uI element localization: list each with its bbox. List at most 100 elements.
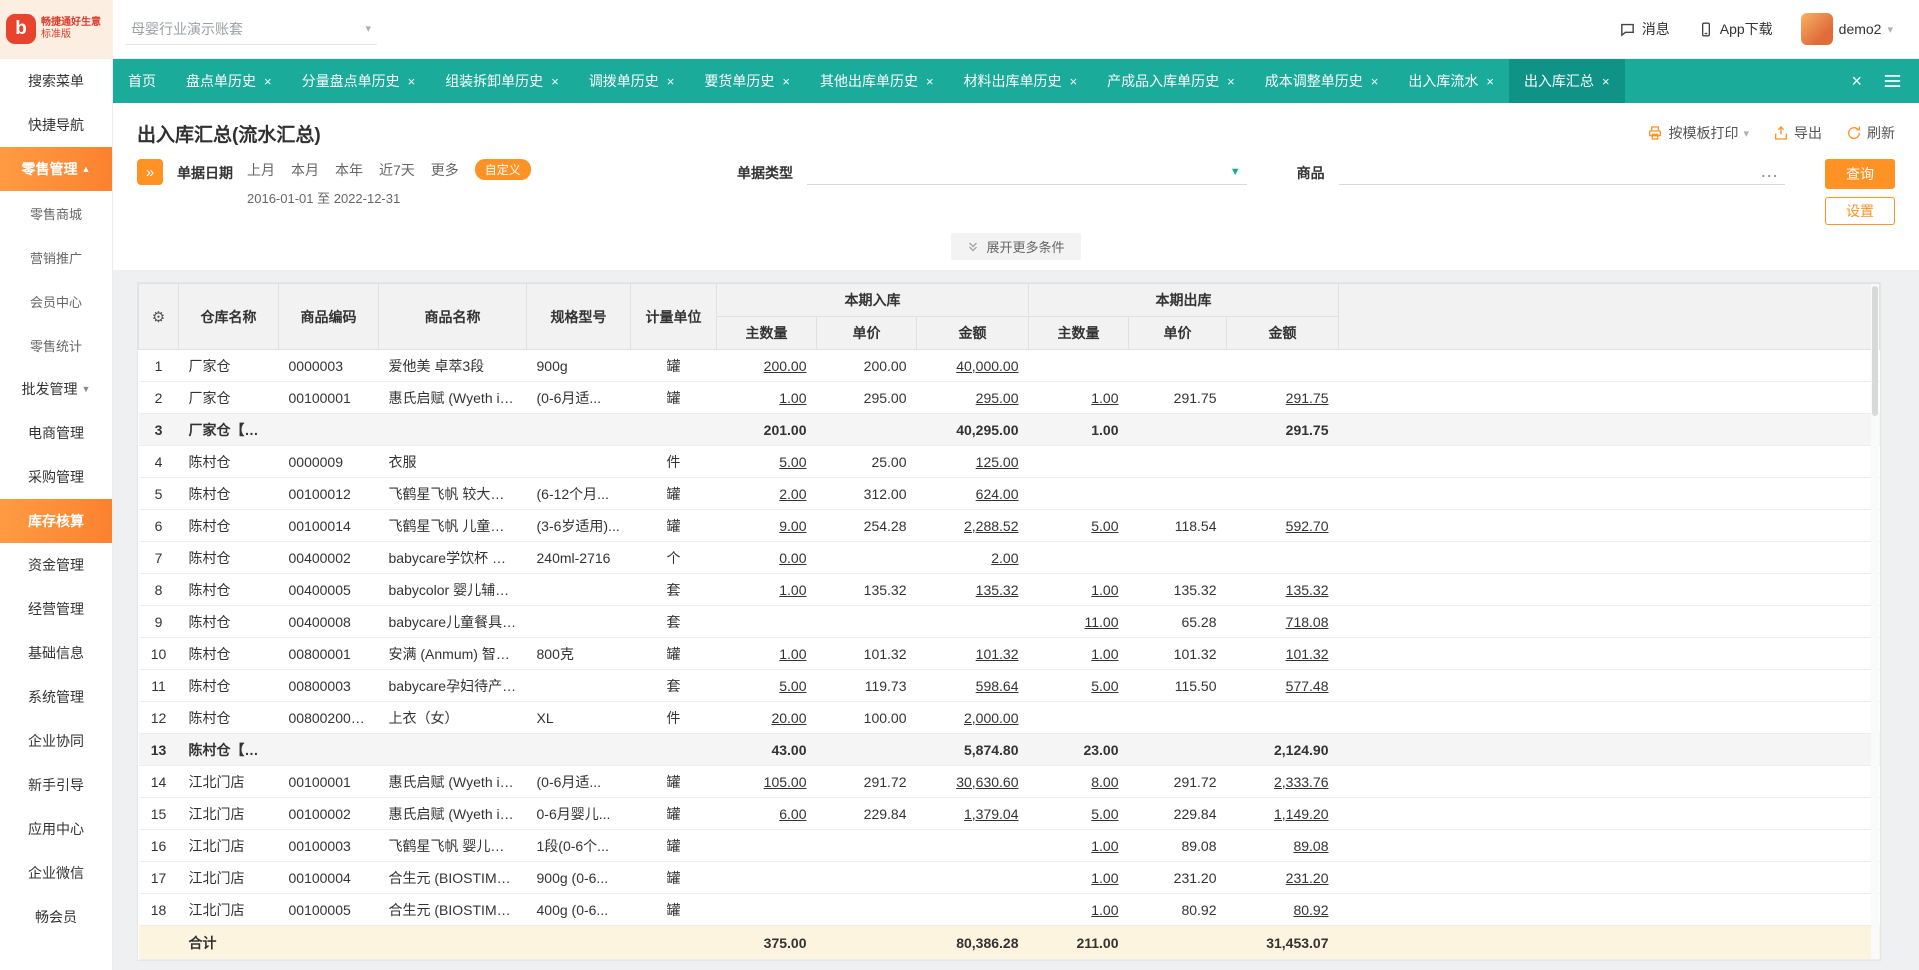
expand-more-conditions[interactable]: 展开更多条件 [951, 233, 1081, 260]
sidebar-item-基础信息[interactable]: 基础信息 [0, 631, 112, 675]
drilldown-link[interactable]: 135.32 [1286, 582, 1329, 598]
tab-要货单历史[interactable]: 要货单历史 × [689, 59, 805, 103]
tab-close-icon[interactable]: × [1070, 75, 1078, 88]
product-input[interactable]: ... [1338, 159, 1785, 185]
sidebar-item-新手引导[interactable]: 新手引导 [0, 763, 112, 807]
column-settings-header[interactable]: ⚙ [138, 283, 179, 350]
drilldown-link[interactable]: 592.70 [1286, 518, 1329, 534]
doc-type-select[interactable]: ▼ [807, 159, 1247, 185]
drilldown-link[interactable]: 9.00 [779, 518, 806, 534]
print-by-template-button[interactable]: 按模板打印 ▾ [1647, 123, 1749, 143]
drilldown-link[interactable]: 1.00 [1091, 902, 1118, 918]
drilldown-link[interactable]: 1.00 [779, 390, 806, 406]
drilldown-link[interactable]: 291.75 [1286, 390, 1329, 406]
export-button[interactable]: 导出 [1773, 123, 1822, 143]
date-option-last-7-days[interactable]: 近7天 [379, 160, 415, 180]
sidebar-item-库存核算[interactable]: 库存核算 [0, 499, 112, 543]
tab-分量盘点单历史[interactable]: 分量盘点单历史 × [287, 59, 431, 103]
tab-首页[interactable]: 首页 [113, 59, 171, 103]
table-row[interactable]: 18 江北门店 00100005 合生元 (BIOSTIME) ... 400g (0-… [138, 893, 1880, 926]
drilldown-link[interactable]: 5.00 [1091, 518, 1118, 534]
header-in-amount[interactable]: 金额 [916, 316, 1029, 350]
drilldown-link[interactable]: 101.32 [1286, 646, 1329, 662]
table-row[interactable]: 16江北门店00100003飞鹤星飞帆 婴儿配方奶...1段(0-6个...罐 1… [138, 829, 1880, 862]
drilldown-link[interactable]: 101.32 [976, 646, 1019, 662]
tab-成本调整单历史[interactable]: 成本调整单历史 × [1250, 59, 1394, 103]
user-menu[interactable]: demo2 ▾ [1800, 13, 1893, 45]
tab-list-menu-icon[interactable] [1884, 74, 1901, 88]
sidebar-item-采购管理[interactable]: 采购管理 [0, 455, 112, 499]
drilldown-link[interactable]: 2,333.76 [1274, 774, 1329, 790]
date-range-value[interactable]: 2016-01-01 至 2022-12-31 [247, 188, 531, 207]
search-button[interactable]: 查询 [1825, 159, 1895, 189]
tab-产成品入库单历史[interactable]: 产成品入库单历史 × [1092, 59, 1250, 103]
tab-close-icon[interactable]: × [1602, 75, 1610, 88]
drilldown-link[interactable]: 295.00 [976, 390, 1019, 406]
date-option-more[interactable]: 更多 [431, 160, 459, 180]
sidebar-item-经营管理[interactable]: 经营管理 [0, 587, 112, 631]
table-row[interactable]: 7 陈村仓 00400002 babycare学饮杯 儿童... 240ml-2716 个… [138, 541, 1880, 574]
vertical-scrollbar[interactable] [1871, 284, 1879, 959]
drilldown-link[interactable]: 2.00 [779, 486, 806, 502]
gear-icon[interactable]: ⚙ [152, 309, 165, 326]
drilldown-link[interactable]: 718.08 [1286, 614, 1329, 630]
sidebar-item-会员中心[interactable]: 会员中心 [0, 279, 112, 323]
table-row[interactable]: 14 江北门店 00100001 惠氏启赋 (Wyeth illu... (0-6月适.… [138, 765, 1880, 798]
drilldown-link[interactable]: 30,630.60 [956, 774, 1018, 790]
drilldown-link[interactable]: 1.00 [779, 582, 806, 598]
table-row[interactable]: 2 厂家仓 00100001 惠氏启赋 (Wyeth illu... (0-6月适...… [138, 381, 1880, 414]
header-in-price[interactable]: 单价 [816, 316, 917, 350]
settings-button[interactable]: 设置 [1825, 197, 1895, 225]
tab-close-icon[interactable]: × [408, 75, 416, 88]
tab-出入库流水[interactable]: 出入库流水 × [1393, 59, 1509, 103]
sidebar-item-电商管理[interactable]: 电商管理 [0, 411, 112, 455]
drilldown-link[interactable]: 5.00 [779, 454, 806, 470]
drilldown-link[interactable]: 40,000.00 [956, 358, 1018, 374]
drilldown-link[interactable]: 2,288.52 [964, 518, 1019, 534]
refresh-button[interactable]: 刷新 [1846, 123, 1895, 143]
drilldown-link[interactable]: 8.00 [1091, 774, 1118, 790]
drilldown-link[interactable]: 624.00 [976, 486, 1019, 502]
table-row[interactable]: 6 陈村仓 00100014 飞鹤星飞帆 儿童奶粉 4... (3-6岁适用)... 罐 9… [138, 509, 1880, 542]
table-row[interactable]: 4 陈村仓 0000009 衣服 件 5.00 25.00 125.00 [138, 445, 1880, 478]
date-option-last-month[interactable]: 上月 [247, 160, 275, 180]
sidebar-item-营销推广[interactable]: 营销推广 [0, 235, 112, 279]
sidebar-item-系统管理[interactable]: 系统管理 [0, 675, 112, 719]
header-unit[interactable]: 计量单位 [630, 283, 717, 350]
table-row[interactable]: 15 江北门店 00100002 惠氏启赋 (Wyeth illu... 0-6月婴儿.… [138, 797, 1880, 830]
tab-盘点单历史[interactable]: 盘点单历史 × [171, 59, 287, 103]
table-summary-row[interactable]: 3 厂家仓【小... 201.00 40,295.00 1.00 291.75 [138, 413, 1880, 446]
drilldown-link[interactable]: 1.00 [1091, 646, 1118, 662]
scrollbar-thumb[interactable] [1872, 286, 1878, 416]
sidebar-item-资金管理[interactable]: 资金管理 [0, 543, 112, 587]
tab-其他出库单历史[interactable]: 其他出库单历史 × [805, 59, 949, 103]
tab-材料出库单历史[interactable]: 材料出库单历史 × [949, 59, 1093, 103]
table-row[interactable]: 10 陈村仓 00800001 安满 (Anmum) 智孕... 800克罐 1.00 10… [138, 637, 1880, 670]
drilldown-link[interactable]: 6.00 [779, 806, 806, 822]
drilldown-link[interactable]: 1.00 [779, 646, 806, 662]
messages-button[interactable]: 消息 [1619, 19, 1670, 39]
drilldown-link[interactable]: 0.00 [779, 550, 806, 566]
drilldown-link[interactable]: 1.00 [1091, 838, 1118, 854]
app-download-button[interactable]: App下载 [1698, 19, 1773, 39]
drilldown-link[interactable]: 20.00 [771, 710, 806, 726]
account-select[interactable]: 母婴行业演示账套 ▾ [125, 14, 377, 45]
drilldown-link[interactable]: 5.00 [1091, 678, 1118, 694]
tab-close-icon[interactable]: × [1227, 75, 1235, 88]
header-spec[interactable]: 规格型号 [526, 283, 631, 350]
table-summary-row[interactable]: 13 陈村仓【小... 43.00 5,874.80 23.00 2,124.90 [138, 733, 1880, 766]
date-option-this-year[interactable]: 本年 [335, 160, 363, 180]
drilldown-link[interactable]: 1,379.04 [964, 806, 1019, 822]
sidebar-item-批发管理[interactable]: 批发管理 ▼ [0, 367, 112, 411]
header-code[interactable]: 商品编码 [278, 283, 379, 350]
drilldown-link[interactable]: 1.00 [1091, 390, 1118, 406]
drilldown-link[interactable]: 125.00 [976, 454, 1019, 470]
tab-close-icon[interactable]: × [1486, 75, 1494, 88]
drilldown-link[interactable]: 1.00 [1091, 582, 1118, 598]
tab-出入库汇总[interactable]: 出入库汇总 × [1508, 59, 1625, 103]
close-all-tabs-icon[interactable]: × [1851, 72, 1862, 90]
drilldown-link[interactable]: 2,000.00 [964, 710, 1019, 726]
table-row[interactable]: 1 厂家仓 0000003 爱他美 卓萃3段 900g 罐 200.00 200.00 40,0… [138, 349, 1880, 382]
tab-调拨单历史[interactable]: 调拨单历史 × [574, 59, 690, 103]
date-option-this-month[interactable]: 本月 [291, 160, 319, 180]
